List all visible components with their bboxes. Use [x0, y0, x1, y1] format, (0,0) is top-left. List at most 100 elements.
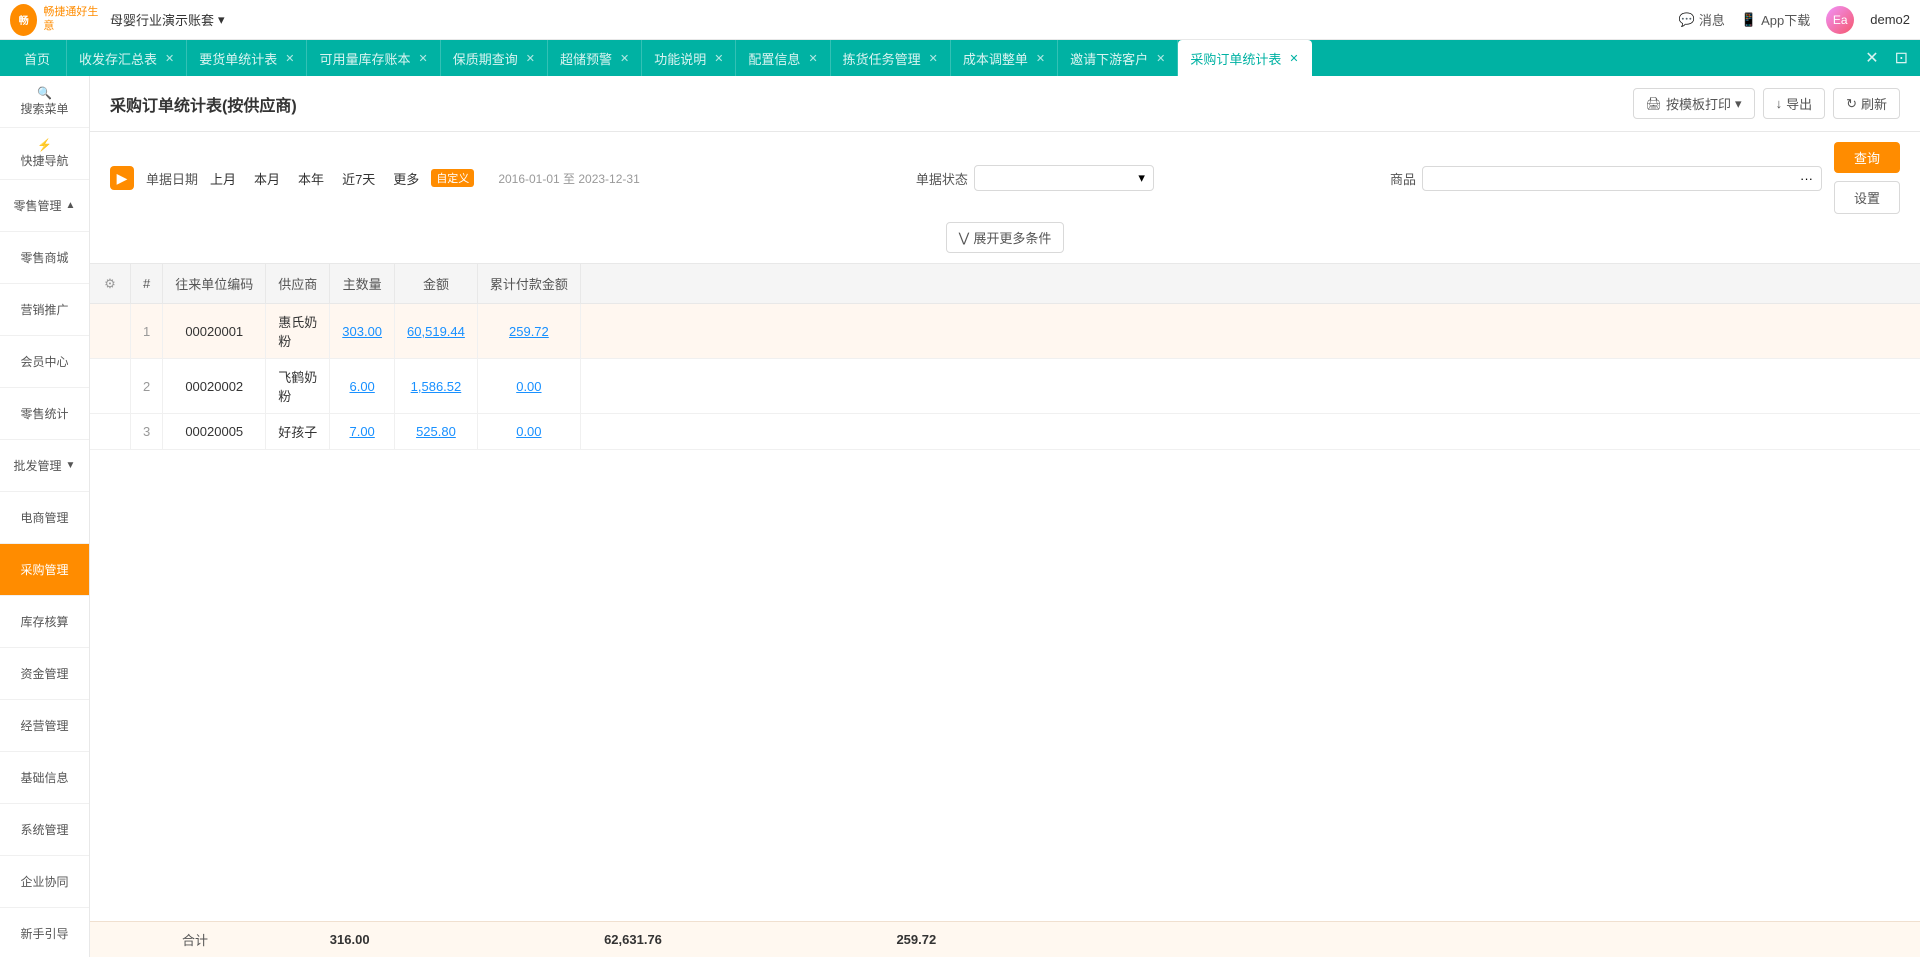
tab-shoufahuikuan[interactable]: 收发存汇总表 ✕ [67, 40, 187, 76]
tab-paihuorenwu-close[interactable]: ✕ [929, 52, 938, 65]
td-amount-1[interactable]: 60,519.44 [395, 304, 478, 359]
tab-shoufahuikuan-close[interactable]: ✕ [165, 52, 174, 65]
td-paid-2[interactable]: 0.00 [477, 359, 580, 414]
sidebar-item-enterprise[interactable]: 企业协同 [0, 856, 89, 908]
sidebar-item-inventory[interactable]: 库存核算 [0, 596, 89, 648]
sidebar-item-wholesale[interactable]: 批发管理 ▼ [0, 440, 89, 492]
td-amount-3[interactable]: 525.80 [395, 414, 478, 450]
sidebar-item-search[interactable]: 🔍 搜索菜单 [0, 76, 89, 128]
tab-chaochuyujing-close[interactable]: ✕ [620, 52, 629, 65]
td-qty-2[interactable]: 6.00 [330, 359, 395, 414]
export-button[interactable]: ↓ 导出 [1763, 88, 1826, 119]
td-paid-1[interactable]: 259.72 [477, 304, 580, 359]
page-title: 采购订单统计表(按供应商) [110, 92, 297, 116]
date-shortcut-more[interactable]: 更多 [387, 167, 425, 190]
th-unit-code: 往来单位编码 [163, 264, 266, 304]
td-qty-1[interactable]: 303.00 [330, 304, 395, 359]
tab-gongneng[interactable]: 功能说明 ✕ [642, 40, 736, 76]
avatar-text: Ea [1833, 13, 1848, 27]
sidebar-item-ecom[interactable]: 电商管理 [0, 492, 89, 544]
custom-date-badge[interactable]: 自定义 [431, 169, 474, 187]
tab-close-all-button[interactable]: ✕ [1861, 48, 1882, 68]
export-icon: ↓ [1776, 96, 1783, 111]
tab-caigou-label: 采购订单统计表 [1190, 49, 1281, 68]
date-shortcut-this-month[interactable]: 本月 [248, 167, 286, 190]
goods-search-input[interactable]: ··· [1422, 166, 1822, 191]
sidebar-item-retail-stats[interactable]: 零售统计 [0, 388, 89, 440]
td-unit-code-1: 00020001 [163, 304, 266, 359]
tab-keyongliang-label: 可用量库存账本 [319, 49, 410, 68]
sidebar-item-marketing[interactable]: 营销推广 [0, 284, 89, 336]
tab-home-label: 首页 [24, 49, 50, 68]
toggle-filter-button[interactable]: ▶ [110, 166, 134, 190]
tab-caigou[interactable]: 采购订单统计表 ✕ [1178, 40, 1311, 76]
tab-peizhi[interactable]: 配置信息 ✕ [736, 40, 830, 76]
td-empty-3 [580, 414, 1920, 450]
table-container: ⚙ # 往来单位编码 供应商 主数量 金额 累计付款金额 1 [90, 264, 1920, 921]
tab-paihuorenwu[interactable]: 拣货任务管理 ✕ [831, 40, 951, 76]
tab-yaohuo-close[interactable]: ✕ [285, 52, 294, 65]
sidebar-item-basic[interactable]: 基础信息 [0, 752, 89, 804]
goods-label: 商品 [1390, 169, 1416, 188]
sidebar-item-finance[interactable]: 资金管理 [0, 648, 89, 700]
td-amount-2[interactable]: 1,586.52 [395, 359, 478, 414]
tab-actions: ✕ ⊡ [1861, 48, 1912, 68]
date-shortcut-7days[interactable]: 近7天 [336, 167, 381, 190]
sidebar-item-retail[interactable]: 零售管理 ▲ [0, 180, 89, 232]
tab-baozhiqi-close[interactable]: ✕ [526, 52, 535, 65]
tab-chengben-close[interactable]: ✕ [1036, 52, 1045, 65]
status-select[interactable]: ▾ [974, 165, 1154, 191]
query-button[interactable]: 查询 [1834, 142, 1900, 173]
td-no-3: 3 [131, 414, 163, 450]
app-download-button[interactable]: 📱 App下载 [1741, 10, 1810, 29]
tab-keyongliang[interactable]: 可用量库存账本 ✕ [307, 40, 440, 76]
top-bar: 畅 畅捷通好生意 母婴行业演示账套 ▾ 💬 消息 📱 App下载 Ea demo… [0, 0, 1920, 40]
sidebar-item-purchase[interactable]: 采购管理 [0, 544, 89, 596]
filter-settings-button[interactable]: 设置 [1834, 181, 1900, 214]
sidebar-item-purchase-label: 采购管理 [20, 561, 68, 578]
sidebar-item-members[interactable]: 会员中心 [0, 336, 89, 388]
date-shortcut-this-year[interactable]: 本年 [292, 167, 330, 190]
tab-maximize-button[interactable]: ⊡ [1891, 48, 1912, 68]
sidebar-item-wholesale-label: 批发管理 [14, 457, 62, 474]
sidebar-item-quicknav[interactable]: ⚡ 快捷导航 [0, 128, 89, 180]
tab-yaoqing-close[interactable]: ✕ [1156, 52, 1165, 65]
workspace-selector[interactable]: 母婴行业演示账套 ▾ [110, 10, 1669, 29]
sidebar-item-ops[interactable]: 经营管理 [0, 700, 89, 752]
tab-chaochuyujing[interactable]: 超储预警 ✕ [548, 40, 642, 76]
avatar[interactable]: Ea [1826, 6, 1854, 34]
tab-paihuorenwu-label: 拣货任务管理 [843, 49, 921, 68]
print-button[interactable]: 🖨 按模板打印 ▾ [1633, 88, 1755, 119]
td-checkbox-2 [90, 359, 131, 414]
username-label: demo2 [1870, 12, 1910, 27]
tab-caigou-close[interactable]: ✕ [1289, 52, 1298, 65]
workspace-label: 母婴行业演示账套 [110, 10, 214, 29]
tab-peizhi-close[interactable]: ✕ [808, 52, 817, 65]
tab-gongneng-close[interactable]: ✕ [714, 52, 723, 65]
tab-yaoqing[interactable]: 邀请下游客户 ✕ [1058, 40, 1178, 76]
sidebar-item-newguide[interactable]: 新手引导 [0, 908, 89, 957]
tab-keyongliang-close[interactable]: ✕ [419, 52, 428, 65]
tab-chengben[interactable]: 成本调整单 ✕ [951, 40, 1058, 76]
column-settings-icon[interactable]: ⚙ [102, 276, 118, 292]
nav-tabs: 首页 收发存汇总表 ✕ 要货单统计表 ✕ 可用量库存账本 ✕ 保质期查询 ✕ 超… [0, 40, 1920, 76]
tab-home[interactable]: 首页 [8, 40, 67, 76]
date-shortcut-last-month[interactable]: 上月 [204, 167, 242, 190]
td-supplier-3: 好孩子 [266, 414, 330, 450]
tab-baozhiqi[interactable]: 保质期查询 ✕ [441, 40, 548, 76]
expand-filter-button[interactable]: ⋁ 展开更多条件 [946, 222, 1065, 253]
td-paid-3[interactable]: 0.00 [477, 414, 580, 450]
footer-amount: 62,631.76 [604, 932, 662, 947]
message-button[interactable]: 💬 消息 [1679, 10, 1725, 29]
chevron-down-icon: ▼ [66, 460, 76, 471]
sidebar-item-retail-shop[interactable]: 零售商城 [0, 232, 89, 284]
sidebar-item-search-label: 搜索菜单 [20, 100, 68, 117]
status-label: 单据状态 [916, 169, 968, 188]
td-qty-3[interactable]: 7.00 [330, 414, 395, 450]
refresh-button[interactable]: ↻ 刷新 [1833, 88, 1900, 119]
tab-yaohuo[interactable]: 要货单统计表 ✕ [187, 40, 307, 76]
sidebar-item-system[interactable]: 系统管理 [0, 804, 89, 856]
sidebar-item-retail-label: 零售管理 [14, 197, 62, 214]
th-amount: 金额 [395, 264, 478, 304]
date-range-display: 2016-01-01 至 2023-12-31 [498, 170, 639, 187]
